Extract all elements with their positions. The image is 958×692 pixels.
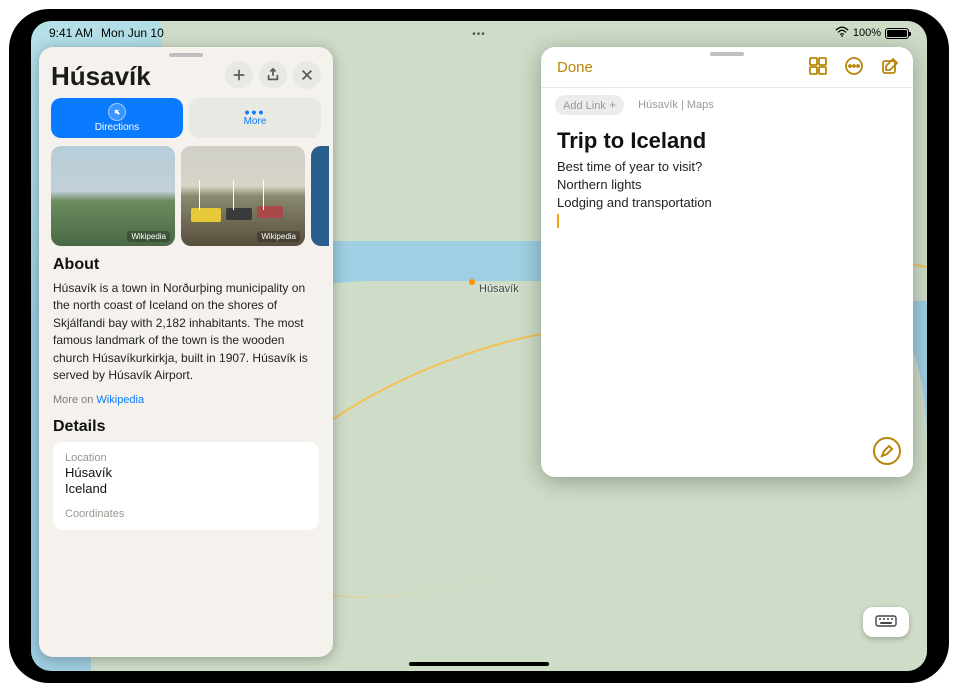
note-line: Lodging and transportation (557, 194, 897, 212)
compose-button[interactable] (881, 57, 901, 77)
add-button[interactable] (225, 61, 253, 89)
more-button[interactable]: ••• More (189, 98, 321, 138)
battery-pct: 100% (853, 27, 881, 39)
compose-icon (881, 57, 899, 75)
directions-button[interactable]: Directions (51, 98, 183, 138)
note-line: Northern lights (557, 176, 897, 194)
done-button[interactable]: Done (557, 59, 593, 76)
place-card: Húsavík Directions ••• More (39, 47, 333, 657)
note-line: Best time of year to visit? (557, 158, 897, 176)
text-cursor-icon (557, 214, 559, 228)
photo-carousel[interactable]: Wikipedia Wikipedia (39, 146, 333, 256)
location-value: Húsavík (65, 465, 307, 480)
photo-source: Wikipedia (127, 231, 170, 242)
location-label: Location (65, 452, 307, 464)
battery-icon (885, 28, 909, 39)
home-indicator[interactable] (409, 662, 549, 666)
multitask-dots-icon[interactable]: ••• (472, 29, 486, 40)
linked-place-chip[interactable]: Húsavík | Maps (630, 96, 722, 114)
about-more-link[interactable]: More on Wikipedia (53, 394, 319, 406)
place-photo[interactable] (311, 146, 329, 246)
map-pin-icon[interactable] (469, 279, 475, 285)
drag-handle-icon[interactable] (169, 53, 203, 57)
details-box: Location Húsavík Iceland Coordinates (53, 442, 319, 530)
pencil-icon (880, 444, 894, 458)
drag-handle-icon[interactable] (710, 52, 744, 56)
place-photo[interactable]: Wikipedia (181, 146, 305, 246)
coordinates-label: Coordinates (65, 508, 307, 520)
close-button[interactable] (293, 61, 321, 89)
about-text: Húsavík is a town in Norðurþing municipa… (53, 280, 319, 384)
notes-window: Done Add Link Húsavík | Maps Trip to Ice… (541, 47, 913, 477)
more-label: More (244, 116, 267, 127)
ellipsis-icon: ••• (245, 109, 266, 115)
details-heading: Details (53, 418, 319, 436)
place-photo[interactable]: Wikipedia (51, 146, 175, 246)
status-date: Mon Jun 10 (101, 26, 164, 40)
gallery-view-button[interactable] (809, 57, 829, 77)
show-keyboard-button[interactable] (863, 607, 909, 637)
status-time: 9:41 AM (49, 26, 93, 40)
more-options-button[interactable] (845, 57, 865, 77)
wifi-icon (835, 26, 849, 41)
markup-button[interactable] (873, 437, 901, 465)
note-editor[interactable]: Trip to Iceland Best time of year to vis… (541, 122, 913, 237)
status-bar: 9:41 AM Mon Jun 10 ••• 100% (31, 21, 927, 45)
keyboard-icon (875, 615, 897, 629)
grid-icon (809, 57, 827, 75)
share-button[interactable] (259, 61, 287, 89)
add-link-chip[interactable]: Add Link (555, 95, 624, 115)
directions-label: Directions (95, 122, 139, 133)
map-city-label[interactable]: Húsavík (479, 283, 519, 295)
about-heading: About (53, 256, 319, 274)
close-icon (300, 68, 314, 82)
location-value-2: Iceland (65, 481, 307, 496)
photo-source: Wikipedia (257, 231, 300, 242)
share-icon (266, 68, 280, 82)
arrow-icon (112, 107, 122, 117)
ellipsis-circle-icon (845, 57, 863, 75)
plus-icon (232, 68, 246, 82)
note-title: Trip to Iceland (557, 128, 897, 154)
place-title: Húsavík (51, 61, 219, 92)
